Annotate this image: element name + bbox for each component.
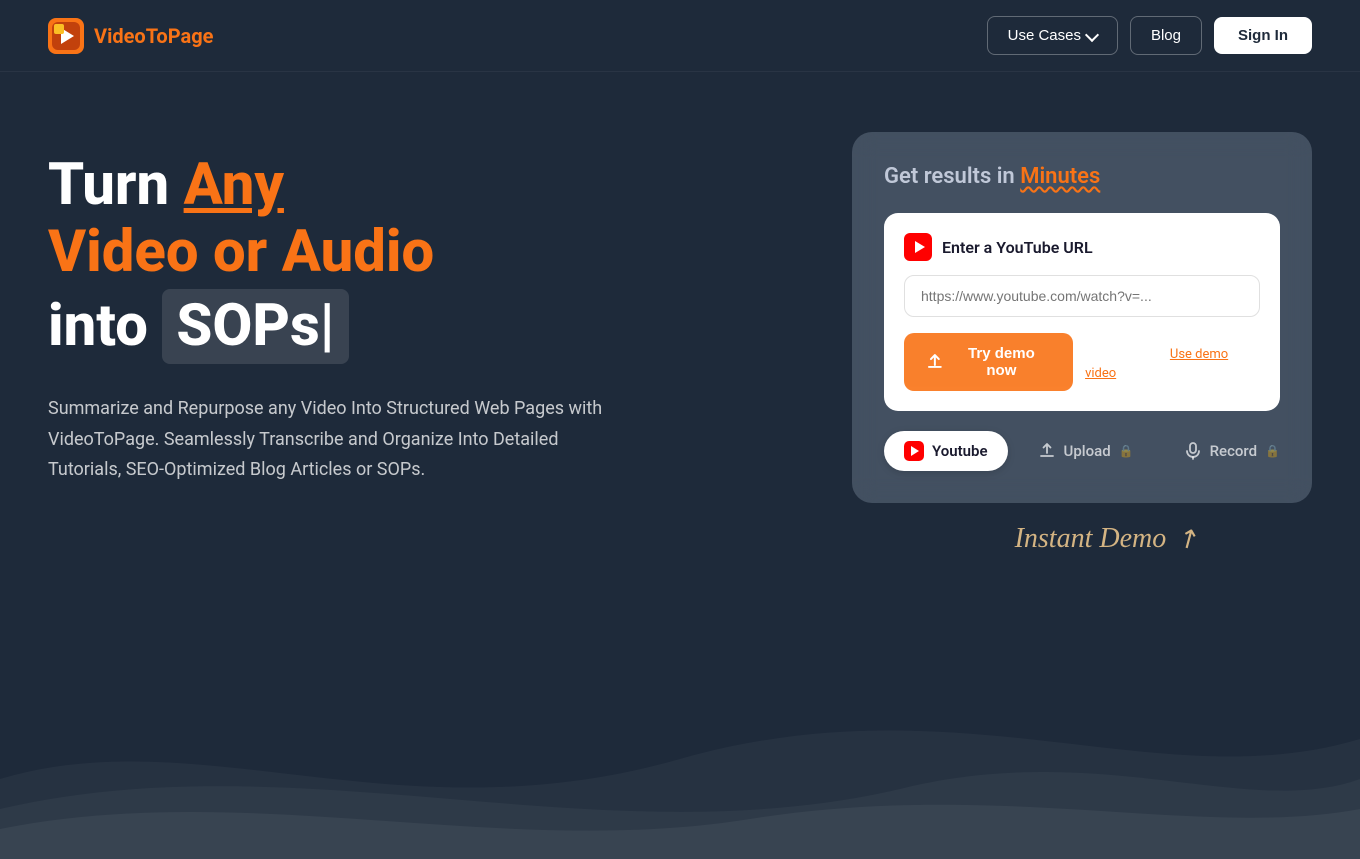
free-text-label: 5 min free • bbox=[1085, 343, 1166, 362]
heading-any: Any bbox=[184, 151, 284, 219]
blog-label: Blog bbox=[1151, 27, 1181, 44]
hero-heading: Turn Any Video or Audio into SOPs| bbox=[48, 152, 608, 364]
card-title-start: Get results in bbox=[884, 164, 1020, 189]
card-title: Get results in Minutes bbox=[884, 164, 1280, 189]
heading-line1: Turn Any bbox=[48, 152, 608, 219]
youtube-url-input[interactable] bbox=[904, 275, 1260, 317]
try-demo-label: Try demo now bbox=[952, 345, 1051, 379]
arrow-icon: ↗ bbox=[1172, 521, 1206, 558]
microphone-icon bbox=[1184, 442, 1202, 460]
tab-upload[interactable]: Upload 🔒 bbox=[1018, 432, 1154, 470]
tab-record[interactable]: Record 🔒 bbox=[1164, 432, 1300, 470]
blog-button[interactable]: Blog bbox=[1130, 16, 1202, 55]
logo: VideoToPage bbox=[48, 18, 213, 54]
try-demo-row: Try demo now 5 min free • Use demo video bbox=[904, 333, 1260, 391]
wave-decoration bbox=[0, 659, 1360, 859]
signin-button[interactable]: Sign In bbox=[1214, 17, 1312, 54]
logo-icon bbox=[48, 18, 84, 54]
navbar: VideoToPage Use Cases Blog Sign In bbox=[0, 0, 1360, 72]
tab-upload-label: Upload bbox=[1064, 442, 1111, 460]
tab-record-label: Record bbox=[1210, 442, 1257, 460]
hero-section: Turn Any Video or Audio into SOPs| Summa… bbox=[0, 72, 1360, 503]
instant-demo-section: Instant Demo ↗ bbox=[0, 523, 1360, 555]
logo-text: VideoToPage bbox=[94, 24, 213, 48]
url-label: Enter a YouTube URL bbox=[942, 238, 1093, 257]
upload-lock-icon: 🔒 bbox=[1119, 444, 1134, 458]
url-label-row: Enter a YouTube URL bbox=[904, 233, 1260, 261]
hero-description: Summarize and Repurpose any Video Into S… bbox=[48, 394, 608, 486]
upload-icon bbox=[926, 353, 944, 371]
hero-left: Turn Any Video or Audio into SOPs| Summa… bbox=[48, 132, 608, 486]
instant-demo-label: Instant Demo bbox=[1015, 523, 1167, 554]
instant-demo-text-wrap: Instant Demo ↗ bbox=[1015, 523, 1200, 555]
tab-youtube-label: Youtube bbox=[932, 442, 988, 460]
url-section: Enter a YouTube URL Try demo now 5 min f… bbox=[884, 213, 1280, 411]
input-tabs: Youtube Upload 🔒 Record bbox=[884, 431, 1280, 471]
tab-youtube[interactable]: Youtube bbox=[884, 431, 1008, 471]
signin-label: Sign In bbox=[1238, 27, 1288, 44]
youtube-tab-icon bbox=[904, 441, 924, 461]
try-demo-button[interactable]: Try demo now bbox=[904, 333, 1073, 391]
youtube-icon bbox=[904, 233, 932, 261]
main-card: Get results in Minutes Enter a YouTube U… bbox=[852, 132, 1312, 503]
sops-box: SOPs| bbox=[162, 289, 348, 364]
heading-line3: into SOPs| bbox=[48, 289, 608, 364]
use-cases-button[interactable]: Use Cases bbox=[987, 16, 1118, 55]
free-text: 5 min free • Use demo video bbox=[1085, 343, 1260, 381]
chevron-down-icon bbox=[1085, 27, 1099, 41]
use-cases-label: Use Cases bbox=[1008, 27, 1081, 44]
upload-tab-icon bbox=[1038, 442, 1056, 460]
record-lock-icon: 🔒 bbox=[1265, 444, 1280, 458]
card-title-highlight: Minutes bbox=[1020, 164, 1100, 189]
nav-actions: Use Cases Blog Sign In bbox=[987, 16, 1312, 55]
heading-line2: Video or Audio bbox=[48, 219, 608, 286]
